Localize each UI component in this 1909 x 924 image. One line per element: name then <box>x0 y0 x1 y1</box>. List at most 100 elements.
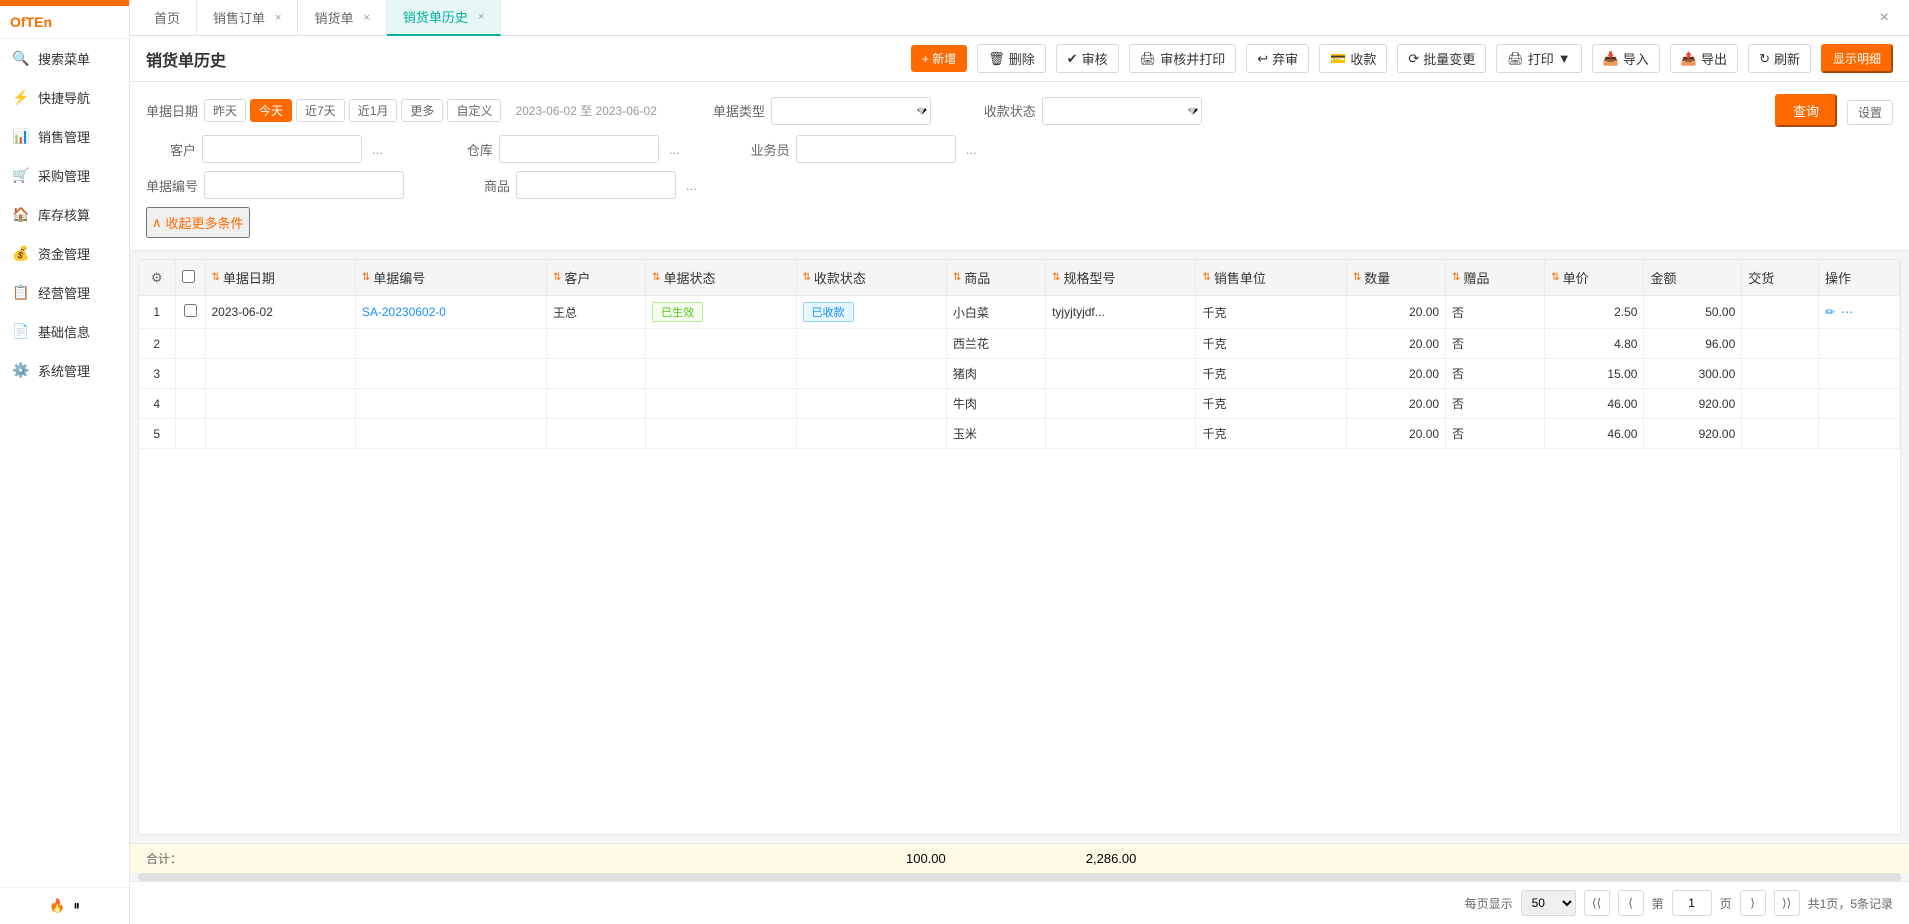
th-payment-status[interactable]: ⇅收款状态 <box>796 260 946 296</box>
sidebar-item-basic-info[interactable]: 📄 基础信息 <box>0 312 129 351</box>
cell-actions <box>1819 419 1900 449</box>
cell-transaction <box>1742 389 1819 419</box>
customer-picker[interactable]: ... <box>368 142 387 157</box>
th-doc-no[interactable]: ⇅单据编号 <box>355 260 546 296</box>
th-customer[interactable]: ⇅客户 <box>546 260 645 296</box>
date-btn-yesterday[interactable]: 昨天 <box>204 99 246 122</box>
date-btn-today[interactable]: 今天 <box>250 99 292 122</box>
date-btn-custom[interactable]: 自定义 <box>447 99 501 122</box>
display-detail-button[interactable]: 显示明细 <box>1821 44 1893 73</box>
delete-button[interactable]: 🗑 删除 <box>977 44 1046 73</box>
tab-sales-history-close[interactable]: × <box>478 11 484 23</box>
tab-sales-delivery-close[interactable]: × <box>363 12 369 24</box>
page-number-input[interactable] <box>1672 890 1712 916</box>
new-button[interactable]: + 新增 <box>911 45 967 72</box>
th-quantity[interactable]: ⇅数量 <box>1346 260 1445 296</box>
footer-quantity-total: 100.00 <box>906 851 946 866</box>
date-btn-1month[interactable]: 近1月 <box>349 99 398 122</box>
tab-bar-close[interactable]: × <box>1868 9 1901 27</box>
salesperson-picker[interactable]: ... <box>962 142 981 157</box>
filter-salesperson: 业务员 ... <box>740 135 981 163</box>
audit-print-button[interactable]: 🖨 审核并打印 <box>1129 44 1237 73</box>
sidebar-item-search-menu[interactable]: 🔍 搜索菜单 <box>0 39 129 78</box>
salesperson-input[interactable] <box>796 135 956 163</box>
sidebar: OfTEn 🔍 搜索菜单 ⚡ 快捷导航 📊 销售管理 🛒 采购管理 🏠 库存核算… <box>0 0 130 924</box>
date-btn-7days[interactable]: 近7天 <box>296 99 345 122</box>
type-select[interactable] <box>771 97 931 125</box>
sidebar-item-quick-nav[interactable]: ⚡ 快捷导航 <box>0 78 129 117</box>
fire-icon[interactable]: 🔥 <box>49 898 65 914</box>
th-settings[interactable]: ⚙ <box>139 260 175 296</box>
collapse-button[interactable]: ∧ 收起更多条件 <box>146 207 250 238</box>
date-btn-more[interactable]: 更多 <box>401 99 443 122</box>
goods-picker[interactable]: ... <box>682 178 701 193</box>
cell-amount: 96.00 <box>1644 329 1742 359</box>
warehouse-picker[interactable]: ... <box>665 142 684 157</box>
doc-no-input[interactable] <box>204 171 404 199</box>
page-next-button[interactable]: ⟩ <box>1740 890 1766 916</box>
row-checkbox[interactable] <box>184 304 197 317</box>
print-button[interactable]: 🖨 打印 ▼ <box>1496 44 1581 73</box>
th-unit[interactable]: ⇅销售单位 <box>1196 260 1346 296</box>
sidebar-item-sales-mgmt[interactable]: 📊 销售管理 <box>0 117 129 156</box>
sidebar-item-finance[interactable]: 💰 资金管理 <box>0 234 129 273</box>
customer-label: 客户 <box>146 140 196 159</box>
query-button[interactable]: 查询 <box>1775 94 1837 127</box>
th-price[interactable]: ⇅单价 <box>1545 260 1644 296</box>
batch-change-button[interactable]: ⟳ 批量变更 <box>1397 44 1486 73</box>
sidebar-item-purchase-mgmt[interactable]: 🛒 采购管理 <box>0 156 129 195</box>
cell-gift: 否 <box>1446 419 1545 449</box>
settings-icon[interactable]: ⚙ <box>151 270 163 285</box>
abandon-button[interactable]: ↩ 弃审 <box>1246 44 1309 73</box>
page-first-button[interactable]: ⟨⟨ <box>1584 890 1610 916</box>
table-header-row: ⚙ ⇅单据日期 ⇅单据编号 ⇅客户 <box>139 260 1900 296</box>
tab-sales-order[interactable]: 销售订单 × <box>197 0 298 36</box>
import-button[interactable]: 📥 导入 <box>1592 44 1660 73</box>
sidebar-item-label: 快捷导航 <box>38 88 90 107</box>
sidebar-item-sys-mgmt[interactable]: ⚙️ 系统管理 <box>0 351 129 390</box>
cell-index: 3 <box>139 359 175 389</box>
per-page-select[interactable]: 50 100 200 <box>1521 890 1576 916</box>
sort-icon: ⇅ <box>803 272 811 283</box>
goods-input[interactable] <box>516 171 676 199</box>
pause-icon[interactable]: ⏸ <box>73 898 80 914</box>
page-title: 销货单历史 <box>146 47 226 71</box>
th-date[interactable]: ⇅单据日期 <box>205 260 355 296</box>
tab-sales-history[interactable]: 销货单历史 × <box>387 0 501 36</box>
th-spec[interactable]: ⇅规格型号 <box>1046 260 1196 296</box>
tab-home[interactable]: 首页 <box>138 0 197 36</box>
sidebar-item-inventory[interactable]: 🏠 库存核算 <box>0 195 129 234</box>
cell-actions: ✏ ⋯ <box>1819 296 1900 329</box>
th-gift[interactable]: ⇅赠品 <box>1446 260 1545 296</box>
sort-icon: ⇅ <box>1202 272 1210 283</box>
select-all-checkbox[interactable] <box>182 270 195 283</box>
page-prev-button[interactable]: ⟨ <box>1618 890 1644 916</box>
sort-icon: ⇅ <box>1052 272 1060 283</box>
audit-button[interactable]: ✔ 审核 <box>1056 44 1119 73</box>
cell-goods: 小白菜 <box>946 296 1045 329</box>
salesperson-label: 业务员 <box>740 140 790 159</box>
chart-icon: 📊 <box>12 128 30 146</box>
setup-button[interactable]: 设置 <box>1847 100 1893 125</box>
cell-doc-status <box>646 329 796 359</box>
cell-customer <box>546 419 645 449</box>
export-button[interactable]: 📤 导出 <box>1670 44 1738 73</box>
cell-unit: 千克 <box>1196 359 1346 389</box>
horizontal-scrollbar[interactable] <box>138 873 1901 881</box>
page-last-button[interactable]: ⟩⟩ <box>1774 890 1800 916</box>
payment-select[interactable] <box>1042 97 1202 125</box>
tab-sales-delivery[interactable]: 销货单 × <box>298 0 386 36</box>
cell-transaction <box>1742 419 1819 449</box>
cell-date <box>205 389 355 419</box>
refresh-button[interactable]: ↻ 刷新 <box>1748 44 1811 73</box>
edit-button[interactable]: ✏ <box>1825 305 1835 319</box>
customer-input[interactable] <box>202 135 362 163</box>
sidebar-item-ops[interactable]: 📋 经营管理 <box>0 273 129 312</box>
th-doc-status[interactable]: ⇅单据状态 <box>646 260 796 296</box>
tab-sales-order-close[interactable]: × <box>275 12 281 24</box>
abandon-icon: ↩ <box>1257 51 1268 67</box>
collect-button[interactable]: 💳 收款 <box>1319 44 1387 73</box>
more-button[interactable]: ⋯ <box>1841 305 1853 319</box>
th-goods[interactable]: ⇅商品 <box>946 260 1045 296</box>
warehouse-input[interactable] <box>499 135 659 163</box>
